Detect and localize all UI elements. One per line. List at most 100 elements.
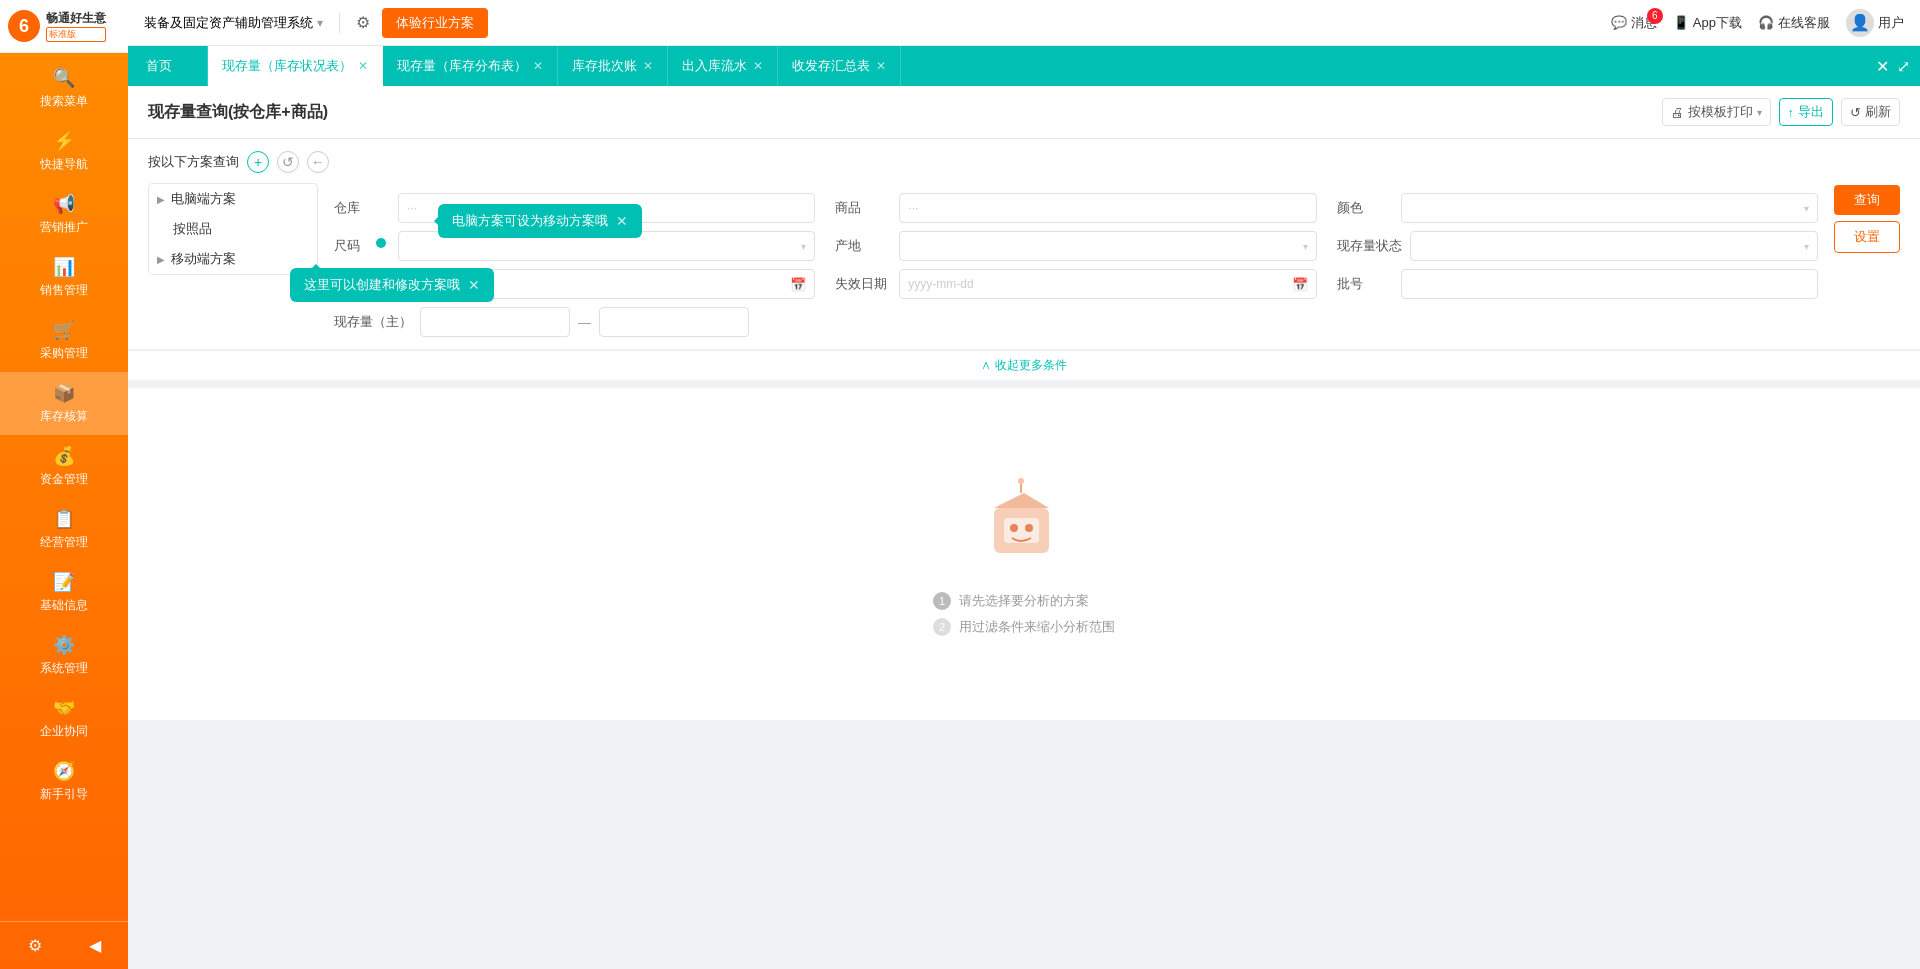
refresh-scheme-btn[interactable]: ↺ <box>277 151 299 173</box>
batch-no-input[interactable] <box>1401 269 1818 299</box>
sidebar-collapse-btn[interactable]: ◀ <box>85 932 105 959</box>
query-btn[interactable]: 查询 <box>1834 185 1900 215</box>
tabbar: 首页 现存量（库存状况表） ✕ 现存量（库存分布表） ✕ 库存批次账 ✕ 出入库… <box>128 46 1920 86</box>
filter-row-4: 现存量（主） — <box>334 307 1818 337</box>
online-service-btn[interactable]: 🎧 在线客服 <box>1758 14 1830 32</box>
sidebar-item-basic-info[interactable]: 📝 基础信息 <box>0 561 128 624</box>
tab-inventory-status[interactable]: 现存量（库存状况表） ✕ <box>208 46 383 86</box>
color-dropdown-icon: ▾ <box>1804 203 1809 214</box>
sidebar-item-inventory[interactable]: 📦 库存核算 <box>0 372 128 435</box>
sidebar: 6 畅通好生意 标准版 🔍 搜索菜单 ⚡ 快捷导航 📢 营销推广 📊 销售管理 … <box>0 0 128 969</box>
tab-home[interactable]: 首页 <box>128 46 208 86</box>
purchase-icon: 🛒 <box>53 319 75 341</box>
message-icon: 💬 <box>1611 15 1627 30</box>
calendar-expiry-icon: 📅 <box>1292 277 1308 292</box>
stock-main-from-input[interactable] <box>420 307 570 337</box>
filter-section: 按以下方案查询 + ↺ ← ▶ 电脑端方案 <box>128 139 1920 350</box>
calendar-icon: 📅 <box>790 277 806 292</box>
system-title[interactable]: 装备及固定资产辅助管理系统 ▾ <box>144 14 323 32</box>
connector-dot-scheme <box>376 238 386 248</box>
message-badge: 6 <box>1647 8 1663 24</box>
scheme-tree-pc[interactable]: ▶ 电脑端方案 <box>149 184 317 214</box>
sidebar-item-marketing[interactable]: 📢 营销推广 <box>0 183 128 246</box>
sidebar-item-sales[interactable]: 📊 销售管理 <box>0 246 128 309</box>
system-icon: ⚙️ <box>53 634 75 656</box>
newbie-icon: 🧭 <box>53 760 75 782</box>
sidebar-item-quick-nav[interactable]: ⚡ 快捷导航 <box>0 120 128 183</box>
page-header-actions: 🖨 按模板打印 ▾ ↑ 导出 ↺ 刷新 <box>1662 98 1901 138</box>
origin-dropdown-icon: ▾ <box>1303 241 1308 252</box>
sidebar-item-newbie[interactable]: 🧭 新手引导 <box>0 750 128 813</box>
quick-nav-icon: ⚡ <box>53 130 75 152</box>
expiry-date-input[interactable]: yyyy-mm-dd 📅 <box>899 269 1316 299</box>
filter-color: 颜色 ▾ <box>1337 193 1818 223</box>
warehouse-dots: ··· <box>407 201 417 215</box>
template-print-btn[interactable]: 🖨 按模板打印 ▾ <box>1662 98 1771 126</box>
collapse-bar[interactable]: ∧ 收起更多条件 <box>128 350 1920 380</box>
stock-status-select[interactable]: ▾ <box>1410 231 1818 261</box>
topbar-settings-icon[interactable]: ⚙ <box>356 13 370 32</box>
sidebar-item-system[interactable]: ⚙️ 系统管理 <box>0 624 128 687</box>
export-btn[interactable]: ↑ 导出 <box>1779 98 1834 126</box>
scheme-tree-pc-sub[interactable]: 按照品 <box>149 214 317 244</box>
sidebar-settings-btn[interactable]: ⚙ <box>24 932 46 959</box>
sidebar-item-search-menu[interactable]: 🔍 搜索菜单 <box>0 57 128 120</box>
tab-close-inventory-dist[interactable]: ✕ <box>533 59 543 73</box>
tab-inout-flow[interactable]: 出入库流水 ✕ <box>668 46 778 86</box>
refresh-btn[interactable]: ↺ 刷新 <box>1841 98 1900 126</box>
basic-info-icon: 📝 <box>53 571 75 593</box>
tab-batch-account[interactable]: 库存批次账 ✕ <box>558 46 668 86</box>
color-select[interactable]: ▾ <box>1401 193 1818 223</box>
filter-stock-status: 现存量状态 ▾ <box>1337 231 1818 261</box>
stock-main-to-input[interactable] <box>599 307 749 337</box>
back-scheme-btn[interactable]: ← <box>307 151 329 173</box>
svg-point-4 <box>1025 524 1033 532</box>
size-dropdown-icon: ▾ <box>801 241 806 252</box>
user-profile-btn[interactable]: 👤 用户 <box>1846 9 1904 37</box>
logo-icon: 6 <box>8 10 40 42</box>
maximize-btn[interactable]: ⤢ <box>1897 57 1910 76</box>
topbar-right: 💬 6 消息 📱 App下载 🎧 在线客服 👤 用户 <box>1611 9 1904 37</box>
scheme-tooltip-close[interactable]: ✕ <box>616 213 628 229</box>
collapse-arrow-icon: ∧ <box>981 358 991 372</box>
filter-body: ▶ 电脑端方案 按照品 ▶ 移动端方案 仓库 <box>148 183 1900 337</box>
setting-btn[interactable]: 设置 <box>1834 221 1900 253</box>
tab-close-inventory-status[interactable]: ✕ <box>358 59 368 73</box>
range-dash: — <box>578 315 591 330</box>
empty-state: 1 请先选择要分析的方案 2 用过滤条件来缩小分析范围 <box>128 388 1920 720</box>
edit-tooltip-close[interactable]: ✕ <box>468 277 480 293</box>
add-scheme-btn[interactable]: + <box>247 151 269 173</box>
close-all-tabs-btn[interactable]: ✕ <box>1876 57 1889 76</box>
topbar: 装备及固定资产辅助管理系统 ▾ ⚙ 体验行业方案 💬 6 消息 📱 App下载 … <box>128 0 1920 46</box>
tab-close-receive-summary[interactable]: ✕ <box>876 59 886 73</box>
phone-icon: 📱 <box>1673 15 1689 30</box>
search-menu-icon: 🔍 <box>53 67 75 89</box>
stock-status-dropdown-icon: ▾ <box>1804 241 1809 252</box>
sidebar-item-finance[interactable]: 💰 资金管理 <box>0 435 128 498</box>
sidebar-item-enterprise[interactable]: 🤝 企业协同 <box>0 687 128 750</box>
tab-receive-summary[interactable]: 收发存汇总表 ✕ <box>778 46 901 86</box>
logo-text: 畅通好生意 标准版 <box>46 10 106 42</box>
expand-arrow-icon: ▶ <box>157 194 165 205</box>
empty-step-2: 2 用过滤条件来缩小分析范围 <box>933 614 1115 640</box>
sidebar-logo: 6 畅通好生意 标准版 <box>0 0 128 53</box>
tab-inventory-dist[interactable]: 现存量（库存分布表） ✕ <box>383 46 558 86</box>
goods-select[interactable]: ··· <box>899 193 1316 223</box>
page-header: 现存量查询(按仓库+商品) 🖨 按模板打印 ▾ ↑ 导出 ↺ 刷新 <box>128 86 1920 139</box>
expand-mobile-arrow-icon: ▶ <box>157 254 165 265</box>
message-btn[interactable]: 💬 6 消息 <box>1611 14 1657 32</box>
tab-close-inout-flow[interactable]: ✕ <box>753 59 763 73</box>
tab-close-batch-account[interactable]: ✕ <box>643 59 653 73</box>
scheme-tree: ▶ 电脑端方案 按照品 ▶ 移动端方案 <box>148 183 318 275</box>
dropdown-icon: ▾ <box>1757 107 1762 118</box>
filter-row-3: 生产日期 yyyy-mm-dd 📅 失效日期 yyyy-mm-dd 📅 <box>334 269 1818 299</box>
sidebar-item-operation[interactable]: 📋 经营管理 <box>0 498 128 561</box>
app-download-btn[interactable]: 📱 App下载 <box>1673 14 1742 32</box>
scheme-tooltip: 电脑方案可设为移动方案哦 ✕ <box>438 204 642 238</box>
finance-icon: 💰 <box>53 445 75 467</box>
sidebar-item-purchase[interactable]: 🛒 采购管理 <box>0 309 128 372</box>
filter-action-buttons: 查询 设置 <box>1834 183 1900 253</box>
tabbar-right-actions: ✕ ⤢ <box>1866 46 1920 86</box>
origin-select[interactable]: ▾ <box>899 231 1316 261</box>
trial-btn[interactable]: 体验行业方案 <box>382 8 488 38</box>
